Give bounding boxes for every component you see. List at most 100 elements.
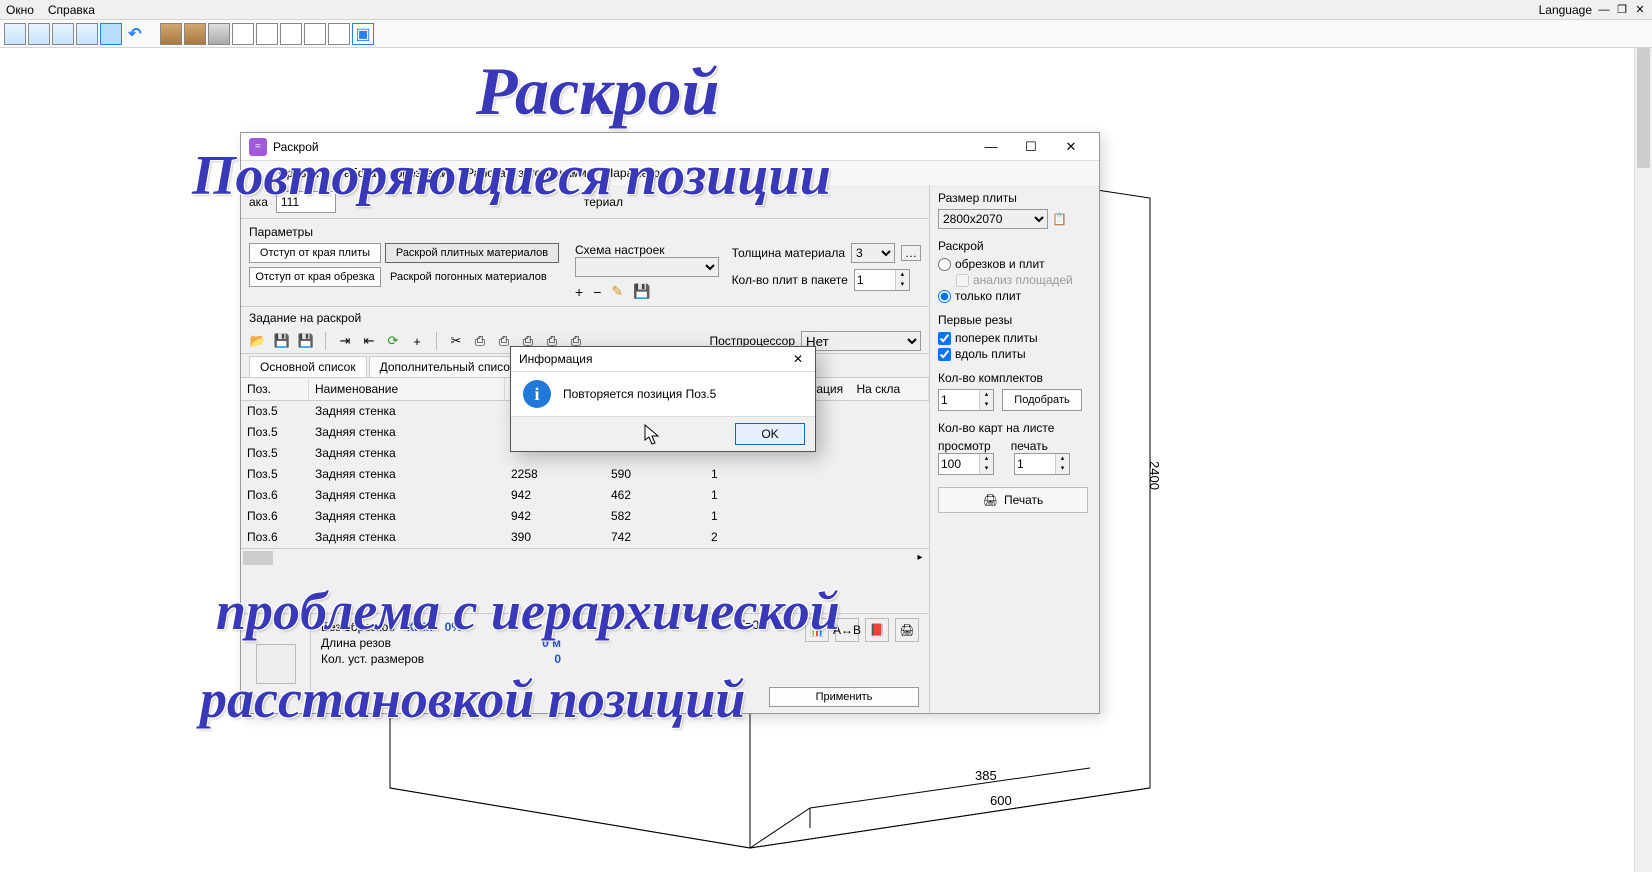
- info-messagebox: Информация ✕ i Повторяется позиция Поз.5…: [510, 346, 816, 452]
- postproc-select[interactable]: Нет: [801, 331, 921, 351]
- view-top-btn[interactable]: [52, 23, 74, 45]
- apply-button[interactable]: Применить: [769, 687, 919, 707]
- chk-along[interactable]: [938, 348, 951, 361]
- bbox-btn[interactable]: ▣: [352, 23, 374, 45]
- menu-window[interactable]: Окно: [6, 3, 34, 17]
- params-title: Параметры: [249, 225, 921, 239]
- ok-button[interactable]: OK: [735, 423, 805, 445]
- wire5-btn[interactable]: [328, 23, 350, 45]
- packcount-spinner[interactable]: ▴▾: [854, 269, 910, 291]
- overlay-line3: проблема с иерархической: [216, 580, 840, 642]
- dim-d3: 600: [990, 793, 1012, 808]
- export-icon[interactable]: ⇤: [360, 332, 378, 350]
- task-title: Задание на раскрой: [241, 307, 929, 329]
- texture2-btn[interactable]: [184, 23, 206, 45]
- overlay-line4: расстановкой позиций: [200, 668, 745, 730]
- wire2-btn[interactable]: [256, 23, 278, 45]
- tab-main-list[interactable]: Основной список: [249, 356, 367, 377]
- thickness-label: Толщина материала: [732, 246, 845, 260]
- open-icon[interactable]: 📂: [249, 332, 267, 350]
- btn-edge-offcut[interactable]: Отступ от края обрезка: [249, 267, 381, 287]
- first-cuts-label: Первые резы: [938, 313, 1091, 327]
- btn-linear-cutting[interactable]: Раскрой погонных материалов: [385, 267, 559, 287]
- scheme-edit-icon[interactable]: ✎: [611, 283, 623, 300]
- main-menubar: Окно Справка Language — ❐ ✕: [0, 0, 1652, 20]
- radio-slabs-only[interactable]: [938, 290, 951, 303]
- dialog-close-icon[interactable]: ✕: [1051, 134, 1091, 160]
- dim-height: 2400: [1147, 461, 1162, 490]
- refresh-icon[interactable]: ⟳: [384, 332, 402, 350]
- view-spinner[interactable]: ▴▾: [938, 453, 994, 475]
- pick-button[interactable]: Подобрать: [1002, 389, 1082, 411]
- tab-extra-list[interactable]: Дополнительный список: [369, 356, 527, 377]
- import-icon[interactable]: ⇥: [336, 332, 354, 350]
- add-icon[interactable]: +: [408, 332, 426, 350]
- overlay-subtitle: Повторяющиеся позиции: [192, 144, 831, 208]
- slab-size-select[interactable]: 2800x2070: [938, 209, 1048, 229]
- main-toolbar: ↶ ▣: [0, 20, 1652, 48]
- printer-icon: 🖨: [983, 493, 998, 507]
- chk-across[interactable]: [938, 332, 951, 345]
- info-icon: i: [523, 380, 551, 408]
- sets-label: Кол-во комплектов: [938, 371, 1091, 385]
- language-menu[interactable]: Language: [1539, 3, 1592, 17]
- sheets-label: Кол-во карт на листе: [938, 421, 1091, 435]
- btn-edge-slab[interactable]: Отступ от края плиты: [249, 243, 381, 263]
- view-front-btn[interactable]: [28, 23, 50, 45]
- saveas-icon[interactable]: 💾: [297, 332, 315, 350]
- view-persp-btn[interactable]: [100, 23, 122, 45]
- table-row[interactable]: Поз.5Задняя стенка22585901: [241, 464, 929, 485]
- close-icon[interactable]: ✕: [1634, 4, 1646, 16]
- overlay-title: Раскрой: [476, 52, 719, 131]
- wire4-btn[interactable]: [304, 23, 326, 45]
- scheme-add-icon[interactable]: +: [575, 284, 583, 300]
- menu-help[interactable]: Справка: [48, 3, 95, 17]
- slab-size-label: Размер плиты: [938, 191, 1091, 205]
- setup-val: 0: [554, 652, 561, 666]
- scheme-label: Схема настроек: [575, 243, 719, 257]
- scheme-save-icon[interactable]: 💾: [633, 283, 650, 300]
- cut-icon[interactable]: ✂: [447, 332, 465, 350]
- cut-mode-label: Раскрой: [938, 239, 1091, 253]
- restore-icon[interactable]: ❐: [1616, 4, 1628, 16]
- col-pos[interactable]: Поз.: [241, 378, 309, 400]
- print-spinner[interactable]: ▴▾: [1014, 453, 1070, 475]
- scheme-remove-icon[interactable]: −: [593, 284, 601, 300]
- undo-icon[interactable]: ↶: [124, 23, 146, 45]
- table-row[interactable]: Поз.6Задняя стенка9424621: [241, 485, 929, 506]
- dialog-minimize-icon[interactable]: —: [971, 134, 1011, 160]
- btn-sheet-cutting[interactable]: Раскрой плитных материалов: [385, 243, 559, 263]
- calendar-icon[interactable]: 📋: [1052, 212, 1067, 226]
- book-icon[interactable]: 📕: [865, 618, 889, 642]
- msgbox-title: Информация: [519, 352, 592, 366]
- col-name[interactable]: Наименование: [309, 378, 505, 400]
- wire3-btn[interactable]: [280, 23, 302, 45]
- sets-spinner[interactable]: ▴▾: [938, 389, 994, 411]
- chk-area-analysis: [956, 274, 969, 287]
- viewport-scrollbar-v[interactable]: [1634, 48, 1652, 872]
- minimize-icon[interactable]: —: [1598, 4, 1610, 16]
- shaded-btn[interactable]: [208, 23, 230, 45]
- texture1-btn[interactable]: [160, 23, 182, 45]
- print-button[interactable]: 🖨Печать: [938, 487, 1088, 513]
- print-icon[interactable]: 🖨: [895, 618, 919, 642]
- setup-label: Кол. уст. размеров: [321, 652, 424, 666]
- col-rot[interactable]: тация На скла: [805, 378, 929, 400]
- radio-offcuts-slabs[interactable]: [938, 258, 951, 271]
- msgbox-text: Повторяется позиция Поз.5: [563, 387, 716, 401]
- tool1-icon[interactable]: ⎙: [471, 332, 489, 350]
- msgbox-close-icon[interactable]: ✕: [789, 352, 807, 366]
- packcount-label: Кол-во плит в пакете: [732, 273, 848, 287]
- table-row[interactable]: Поз.6Задняя стенка9425821: [241, 506, 929, 527]
- save-icon[interactable]: 💾: [273, 332, 291, 350]
- wire1-btn[interactable]: [232, 23, 254, 45]
- table-row[interactable]: Поз.6Задняя стенка3907422: [241, 527, 929, 548]
- dialog-maximize-icon[interactable]: ☐: [1011, 134, 1051, 160]
- dim-d2: 385: [975, 768, 997, 783]
- scheme-select[interactable]: [575, 257, 719, 277]
- view-side-btn[interactable]: [76, 23, 98, 45]
- thickness-select[interactable]: 3: [851, 243, 895, 263]
- table-hscroll[interactable]: ▸: [241, 548, 929, 566]
- thickness-more-icon[interactable]: …: [901, 245, 921, 261]
- view-iso-btn[interactable]: [4, 23, 26, 45]
